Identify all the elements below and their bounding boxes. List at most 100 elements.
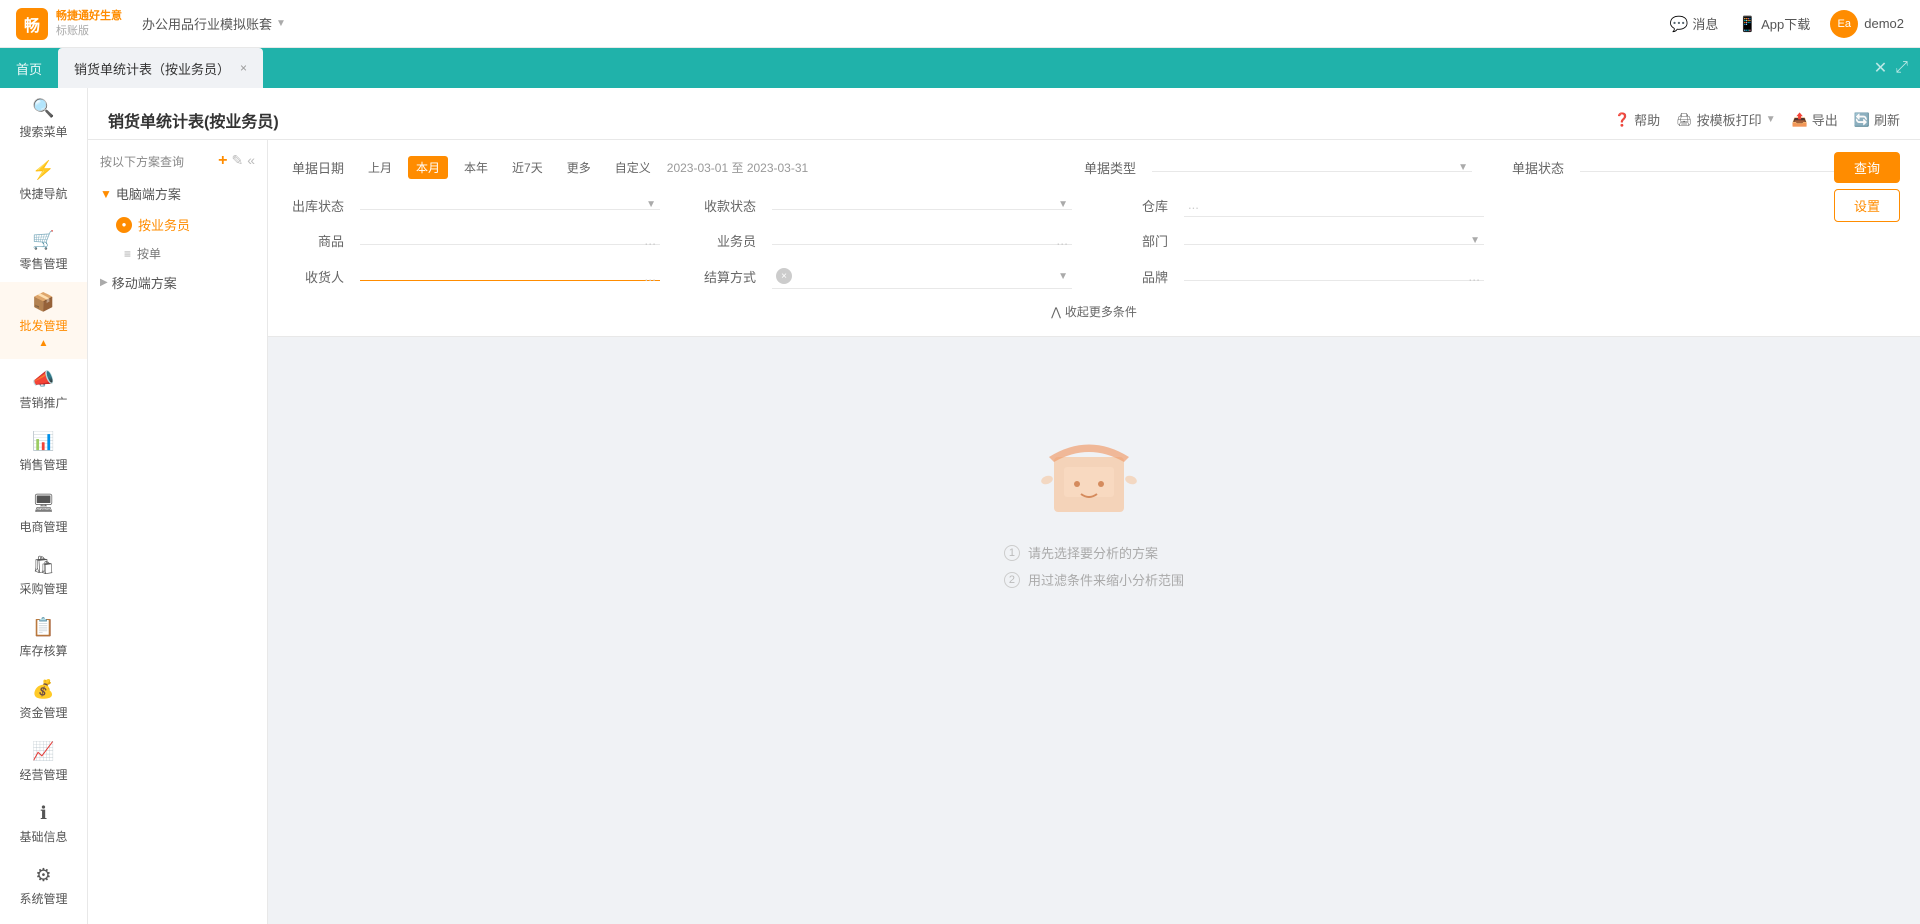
sidebar-item-collaboration[interactable]: 🤝 企业协同	[0, 917, 87, 924]
empty-icon-svg	[1039, 422, 1149, 522]
sidebar-item-wholesale[interactable]: 📦 批发管理 ▲	[0, 282, 87, 359]
filter-panel: 单据日期 上月 本月 本年 近7天 更多 自定义 2023-03-01 至 20…	[268, 140, 1920, 337]
scheme-panel: 按以下方案查询 + ✎ « ▼ 电脑端方案	[88, 140, 268, 924]
scheme-add-btn[interactable]: +	[218, 152, 227, 170]
settings-button[interactable]: 设置	[1834, 189, 1900, 222]
marketing-icon: 📣	[32, 369, 54, 390]
sidebar-item-finance[interactable]: 💰 资金管理	[0, 669, 87, 731]
empty-tip-num-1: 1	[1004, 545, 1020, 561]
salesman-field[interactable]	[772, 236, 1072, 245]
out-status-label: 出库状态	[288, 196, 344, 215]
collapse-btn[interactable]: ⋀ 收起更多条件	[288, 303, 1900, 320]
sidebar-item-marketing[interactable]: 📣 营销推广	[0, 359, 87, 421]
date-btn-more[interactable]: 更多	[559, 156, 599, 179]
scheme-item-salesman-label: 按业务员	[138, 215, 190, 234]
tab-home[interactable]: 首页	[0, 48, 58, 88]
sidebar-item-system[interactable]: ⚙ 系统管理	[0, 855, 87, 917]
query-button[interactable]: 查询	[1834, 152, 1900, 183]
tab-active[interactable]: 销货单统计表（按业务员） ×	[58, 48, 263, 88]
dept-select[interactable]	[1184, 236, 1484, 245]
page-header: 销货单统计表(按业务员) ❓ 帮助 🖨 按模板打印 ▼ 📤 导出	[88, 88, 1920, 140]
sidebar-sales-label: 销售管理	[19, 456, 67, 473]
empty-text: 1 请先选择要分析的方案 2 用过滤条件来缩小分析范围	[1004, 543, 1184, 589]
date-range-text: 2023-03-01 至 2023-03-31	[667, 159, 808, 176]
empty-tip-2: 2 用过滤条件来缩小分析范围	[1004, 570, 1184, 589]
settlement-field[interactable]: × ▼	[772, 264, 1072, 289]
company-dropdown[interactable]: 办公用品行业模拟账套 ▼	[134, 10, 294, 37]
out-status-select[interactable]	[360, 201, 660, 210]
brand-label: 品牌	[1112, 267, 1168, 286]
goods-field[interactable]	[360, 236, 660, 245]
scheme-header-icons: + ✎ «	[218, 152, 255, 170]
avatar-text: Ea	[1838, 18, 1851, 30]
filter-row-4: 收货人 结算方式 × ▼ 品牌	[288, 264, 1900, 289]
dept-label: 部门	[1112, 231, 1168, 250]
user-name: demo2	[1864, 16, 1904, 31]
receiver-label: 收货人	[288, 267, 344, 286]
filter-row-1: 单据日期 上月 本月 本年 近7天 更多 自定义 2023-03-01 至 20…	[288, 156, 1900, 179]
doc-type-select[interactable]	[1152, 163, 1472, 172]
sidebar-item-operations[interactable]: 📈 经营管理	[0, 731, 87, 793]
print-dropdown-icon: ▼	[1766, 114, 1776, 125]
sidebar-item-ecommerce[interactable]: 🖥 电商管理	[0, 483, 87, 545]
app-download-btn[interactable]: 📱 App下载	[1738, 14, 1810, 33]
tab-active-label: 销货单统计表（按业务员）	[74, 59, 230, 78]
tab-close-window-icon[interactable]: ✕	[1874, 58, 1887, 78]
settlement-clear-btn[interactable]: ×	[776, 268, 792, 284]
group-mobile-label: 移动端方案	[112, 273, 177, 292]
scheme-item-by-order[interactable]: ≡ 按单	[88, 240, 267, 267]
scheme-group-desktop-title[interactable]: ▼ 电脑端方案	[88, 178, 267, 209]
brand-field[interactable]	[1184, 272, 1484, 281]
dropdown-arrow-icon: ▼	[276, 18, 286, 29]
logo-line1: 畅捷通好生意	[56, 9, 122, 23]
empty-state: 1 请先选择要分析的方案 2 用过滤条件来缩小分析范围	[268, 337, 1920, 669]
sidebar-item-inventory[interactable]: 📋 库存核算	[0, 607, 87, 669]
goods-label: 商品	[288, 231, 344, 250]
tab-maximize-icon[interactable]: ⤢	[1895, 59, 1908, 77]
collapse-icon: ⋀	[1051, 305, 1061, 319]
sidebar-finance-label: 资金管理	[19, 704, 67, 721]
date-btn-last-7-days[interactable]: 近7天	[504, 156, 551, 179]
message-btn[interactable]: 💬 消息	[1670, 14, 1719, 33]
warehouse-field[interactable]: ...	[1184, 193, 1484, 217]
page-actions: ❓ 帮助 🖨 按模板打印 ▼ 📤 导出 🔄 刷新	[1614, 110, 1900, 129]
date-btn-last-month[interactable]: 上月	[360, 156, 400, 179]
sidebar-item-retail[interactable]: 🛒 零售管理	[0, 220, 87, 282]
sidebar-item-basic-info[interactable]: ℹ 基础信息	[0, 793, 87, 855]
date-btn-this-year[interactable]: 本年	[456, 156, 496, 179]
tab-close-btn[interactable]: ×	[240, 61, 247, 75]
sidebar-item-quick-nav[interactable]: ⚡ 快捷导航	[0, 150, 87, 212]
refresh-icon: 🔄	[1854, 112, 1870, 128]
collapse-label: 收起更多条件	[1065, 303, 1137, 320]
payment-status-label: 收款状态	[700, 196, 756, 215]
refresh-btn[interactable]: 🔄 刷新	[1854, 110, 1900, 129]
scheme-group-mobile-title[interactable]: ▶ 移动端方案	[88, 267, 267, 298]
basic-info-icon: ℹ	[40, 803, 47, 824]
user-area[interactable]: Ea demo2	[1830, 10, 1904, 38]
date-btn-custom[interactable]: 自定义	[607, 156, 659, 179]
sidebar-item-purchase[interactable]: 🛍 采购管理	[0, 545, 87, 607]
scheme-collapse-btn[interactable]: «	[247, 152, 255, 170]
date-group: 上月 本月 本年 近7天 更多 自定义 2023-03-01 至 2023-03…	[360, 156, 1060, 179]
print-btn[interactable]: 🖨 按模板打印 ▼	[1676, 110, 1775, 129]
scheme-item-by-salesman[interactable]: ● 按业务员	[88, 209, 267, 240]
sidebar-item-sales[interactable]: 📊 销售管理	[0, 421, 87, 483]
date-btn-this-month[interactable]: 本月	[408, 156, 448, 179]
receiver-field[interactable]	[360, 272, 660, 281]
app-download-icon: 📱	[1738, 15, 1757, 33]
help-btn[interactable]: ❓ 帮助	[1614, 110, 1660, 129]
filter-row-3: 商品 业务员 部门	[288, 231, 1900, 250]
system-icon: ⚙	[35, 865, 51, 886]
export-btn[interactable]: 📤 导出	[1792, 110, 1838, 129]
ecommerce-icon: 🖥	[32, 493, 55, 514]
scheme-edit-btn[interactable]: ✎	[231, 152, 243, 170]
scheme-item-active-dot: ●	[116, 217, 132, 233]
sidebar-item-search[interactable]: 🔍 搜索菜单	[0, 88, 87, 150]
warehouse-label: 仓库	[1112, 196, 1168, 215]
payment-status-select[interactable]	[772, 201, 1072, 210]
page-title: 销货单统计表(按业务员)	[108, 108, 279, 132]
sidebar-ecommerce-label: 电商管理	[19, 518, 67, 535]
refresh-label: 刷新	[1874, 110, 1900, 129]
settlement-label: 结算方式	[700, 267, 756, 286]
help-icon: ❓	[1614, 112, 1630, 128]
